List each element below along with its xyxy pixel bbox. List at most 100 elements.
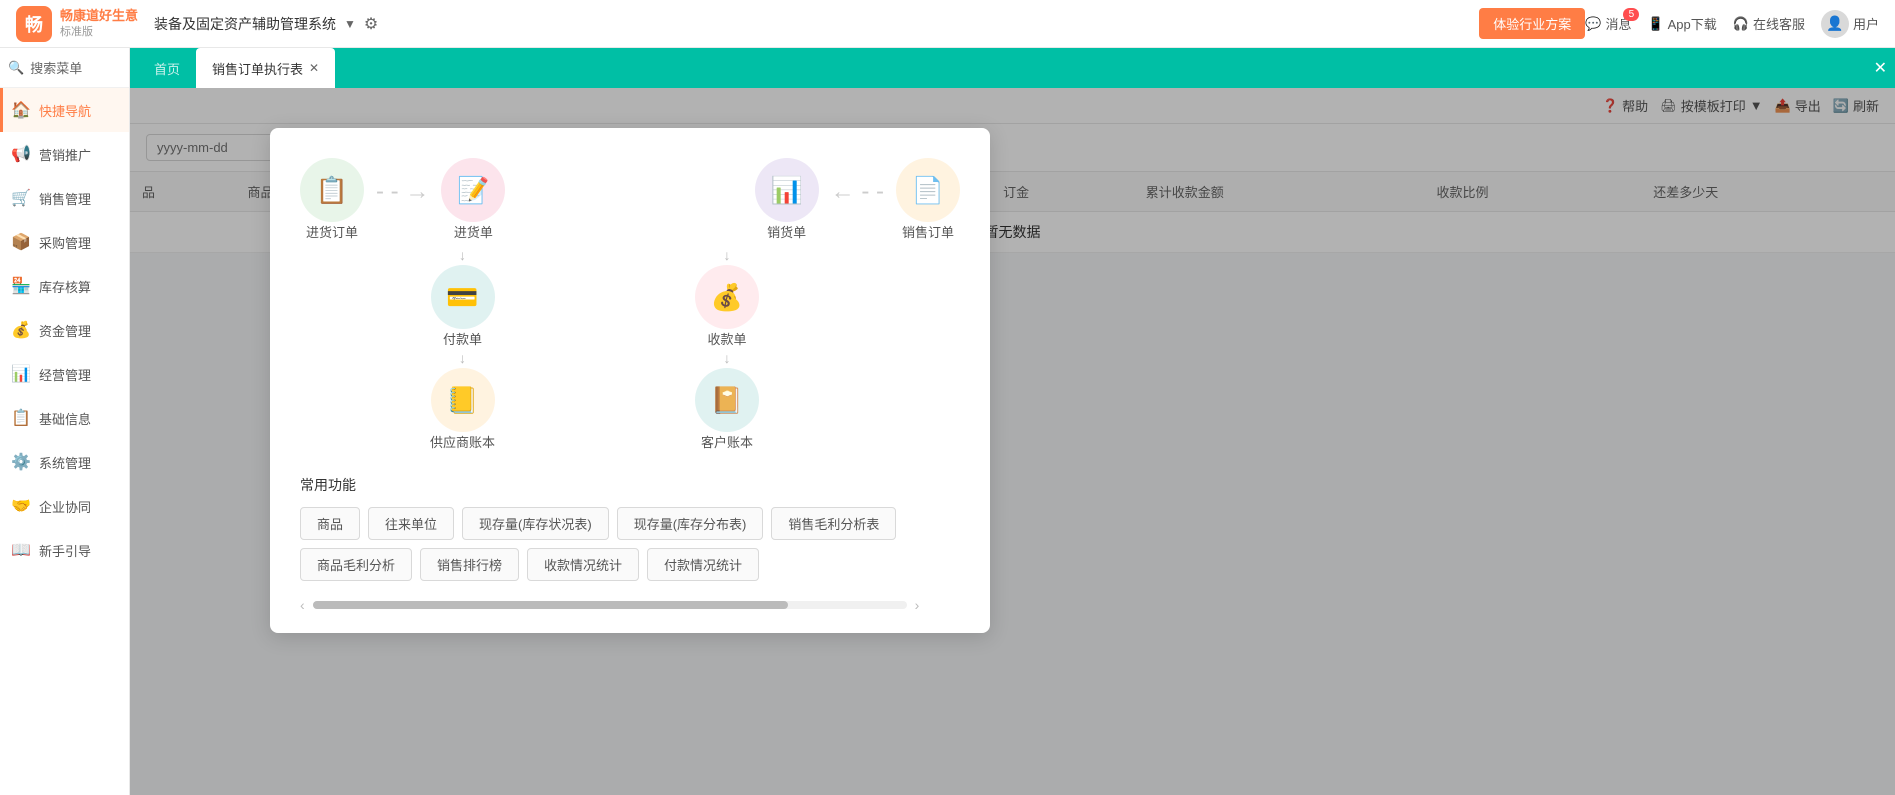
user-action[interactable]: 👤 用户 (1821, 10, 1879, 38)
sidebar-item-collab[interactable]: 🤝 企业协同 (0, 484, 129, 528)
logo-main: 畅康道好生意 (60, 8, 138, 25)
customer-ledger-label: 客户账本 (701, 432, 753, 451)
scroll-right-btn[interactable]: › (915, 597, 920, 613)
payment-bill-label: 付款单 (443, 329, 482, 348)
flow-node-customer-ledger[interactable]: 📔 客户账本 (695, 368, 759, 451)
sales-bill-label: 销货单 (767, 222, 806, 241)
system-dropdown-btn[interactable]: ▼ (344, 17, 356, 31)
tab-close-btn[interactable]: ✕ (309, 61, 319, 75)
top-header: 畅 畅康道好生意 标准版 装备及固定资产辅助管理系统 ▼ ⚙ 体验行业方案 💬 … (0, 0, 1895, 48)
sales-order-circle: 📄 (896, 158, 960, 222)
sales-icon: 🛒 (11, 188, 31, 208)
sidebar-item-marketing[interactable]: 📢 营销推广 (0, 132, 129, 176)
scroll-bar (313, 601, 907, 609)
common-btn-payment-stat[interactable]: 付款情况统计 (647, 548, 759, 581)
basic-info-icon: 📋 (11, 408, 31, 428)
purchase-order-label: 进货订单 (306, 222, 358, 241)
message-action[interactable]: 💬 消息 5 (1585, 14, 1631, 33)
common-btn-stock-status[interactable]: 现存量(库存状况表) (462, 507, 609, 540)
scroll-thumb (313, 601, 788, 609)
flow-node-purchase-bill[interactable]: 📝 进货单 (441, 158, 505, 241)
arrow-down-payment: ↓ (459, 247, 466, 263)
common-btn-stock-dist[interactable]: 现存量(库存分布表) (617, 507, 764, 540)
message-icon: 💬 (1585, 16, 1601, 32)
receipt-bill-label: 收款单 (708, 329, 747, 348)
flow-node-payment-bill[interactable]: 💳 付款单 (431, 265, 495, 348)
sidebar-item-newbie[interactable]: 📖 新手引导 (0, 528, 129, 572)
sidebar: 🔍 搜索菜单 🏠 快捷导航 📢 营销推广 🛒 销售管理 📦 采购管理 🏪 (0, 48, 130, 795)
flow-node-sales-bill[interactable]: 📊 销货单 (755, 158, 819, 241)
logo-text: 畅康道好生意 标准版 (60, 8, 138, 39)
sidebar-item-finance[interactable]: 💰 资金管理 (0, 308, 129, 352)
app-container: 畅 畅康道好生意 标准版 装备及固定资产辅助管理系统 ▼ ⚙ 体验行业方案 💬 … (0, 0, 1895, 795)
service-icon: 🎧 (1733, 16, 1749, 32)
system-title: 装备及固定资产辅助管理系统 ▼ ⚙ (154, 14, 1479, 34)
purchase-bill-circle: 📝 (441, 158, 505, 222)
overlay[interactable]: 📋 进货订单 - - → 📝 进货单 (130, 88, 1895, 795)
search-icon: 🔍 (8, 60, 24, 76)
scroll-left-btn[interactable]: ‹ (300, 597, 305, 613)
finance-icon: 💰 (11, 320, 31, 340)
sidebar-item-quick-nav[interactable]: 🏠 快捷导航 (0, 88, 129, 132)
online-service-action[interactable]: 🎧 在线客服 (1733, 14, 1805, 33)
common-btn-sales-margin[interactable]: 销售毛利分析表 (771, 507, 896, 540)
common-section-title: 常用功能 (300, 475, 960, 495)
sales-order-label: 销售订单 (902, 222, 954, 241)
receipt-bill-circle: 💰 (695, 265, 759, 329)
flow-node-supplier-ledger[interactable]: 📒 供应商账本 (430, 368, 495, 451)
common-btn-sales-rank[interactable]: 销售排行榜 (420, 548, 519, 581)
supplier-ledger-label: 供应商账本 (430, 432, 495, 451)
content-area: 首页 销售订单执行表 ✕ ✕ ❓ 帮助 🖨 (130, 48, 1895, 795)
sidebar-item-sales[interactable]: 🛒 销售管理 (0, 176, 129, 220)
purchase-icon: 📦 (11, 232, 31, 252)
logo-icon: 畅 (16, 6, 52, 42)
tab-close-all[interactable]: ✕ (1874, 58, 1887, 78)
header-right: 💬 消息 5 📱 App下载 🎧 在线客服 👤 用户 (1585, 10, 1879, 38)
quick-nav-panel: 📋 进货订单 - - → 📝 进货单 (270, 128, 990, 633)
sidebar-item-inventory[interactable]: 🏪 库存核算 (0, 264, 129, 308)
flow-node-receipt-bill[interactable]: 💰 收款单 (695, 265, 759, 348)
tab-bar: 首页 销售订单执行表 ✕ ✕ (130, 48, 1895, 88)
logo-sub: 标准版 (60, 25, 138, 39)
common-btn-receipt-stat[interactable]: 收款情况统计 (527, 548, 639, 581)
common-btn-goods[interactable]: 商品 (300, 507, 360, 540)
customer-ledger-circle: 📔 (695, 368, 759, 432)
page-content: ❓ 帮助 🖨 按模板打印 ▼ 📤 导出 🔄 刷新 (130, 88, 1895, 795)
system-icon: ⚙️ (11, 452, 31, 472)
tab-sales-order-exec[interactable]: 销售订单执行表 ✕ (196, 48, 335, 88)
sales-bill-circle: 📊 (755, 158, 819, 222)
tab-home[interactable]: 首页 (138, 48, 196, 88)
home-icon: 🏠 (11, 100, 31, 120)
flow-node-purchase-order[interactable]: 📋 进货订单 (300, 158, 364, 241)
flow-node-sales-order[interactable]: 📄 销售订单 (896, 158, 960, 241)
inventory-icon: 🏪 (11, 276, 31, 296)
sidebar-item-basic-info[interactable]: 📋 基础信息 (0, 396, 129, 440)
collab-icon: 🤝 (11, 496, 31, 516)
sidebar-item-system[interactable]: ⚙️ 系统管理 (0, 440, 129, 484)
message-badge: 5 (1623, 8, 1639, 21)
marketing-icon: 📢 (11, 144, 31, 164)
avatar: 👤 (1821, 10, 1849, 38)
purchase-order-circle: 📋 (300, 158, 364, 222)
operations-icon: 📊 (11, 364, 31, 384)
header-settings-btn[interactable]: ⚙ (364, 14, 378, 34)
sidebar-search[interactable]: 🔍 搜索菜单 (0, 48, 129, 88)
download-icon: 📱 (1647, 16, 1663, 32)
payment-bill-circle: 💳 (431, 265, 495, 329)
common-btn-partner[interactable]: 往来单位 (368, 507, 454, 540)
arrow-down-receipt: ↓ (724, 247, 731, 263)
common-btn-goods-margin[interactable]: 商品毛利分析 (300, 548, 412, 581)
sidebar-item-purchase[interactable]: 📦 采购管理 (0, 220, 129, 264)
purchase-bill-label: 进货单 (454, 222, 493, 241)
logo-area: 畅 畅康道好生意 标准版 (16, 6, 146, 42)
common-btns: 商品 往来单位 现存量(库存状况表) 现存量(库存分布表) 销售毛利分析表 商品… (300, 507, 960, 581)
arrow-purchase-to-bill: - - → (376, 178, 429, 222)
experience-btn[interactable]: 体验行业方案 (1479, 8, 1585, 39)
arrow-down-customer: ↓ (724, 350, 731, 366)
main-layout: 🔍 搜索菜单 🏠 快捷导航 📢 营销推广 🛒 销售管理 📦 采购管理 🏪 (0, 48, 1895, 795)
arrow-sales-order-to-bill: ← - - (831, 178, 884, 222)
arrow-down-supplier: ↓ (459, 350, 466, 366)
newbie-icon: 📖 (11, 540, 31, 560)
app-download-action[interactable]: 📱 App下载 (1647, 14, 1716, 33)
sidebar-item-operations[interactable]: 📊 经营管理 (0, 352, 129, 396)
